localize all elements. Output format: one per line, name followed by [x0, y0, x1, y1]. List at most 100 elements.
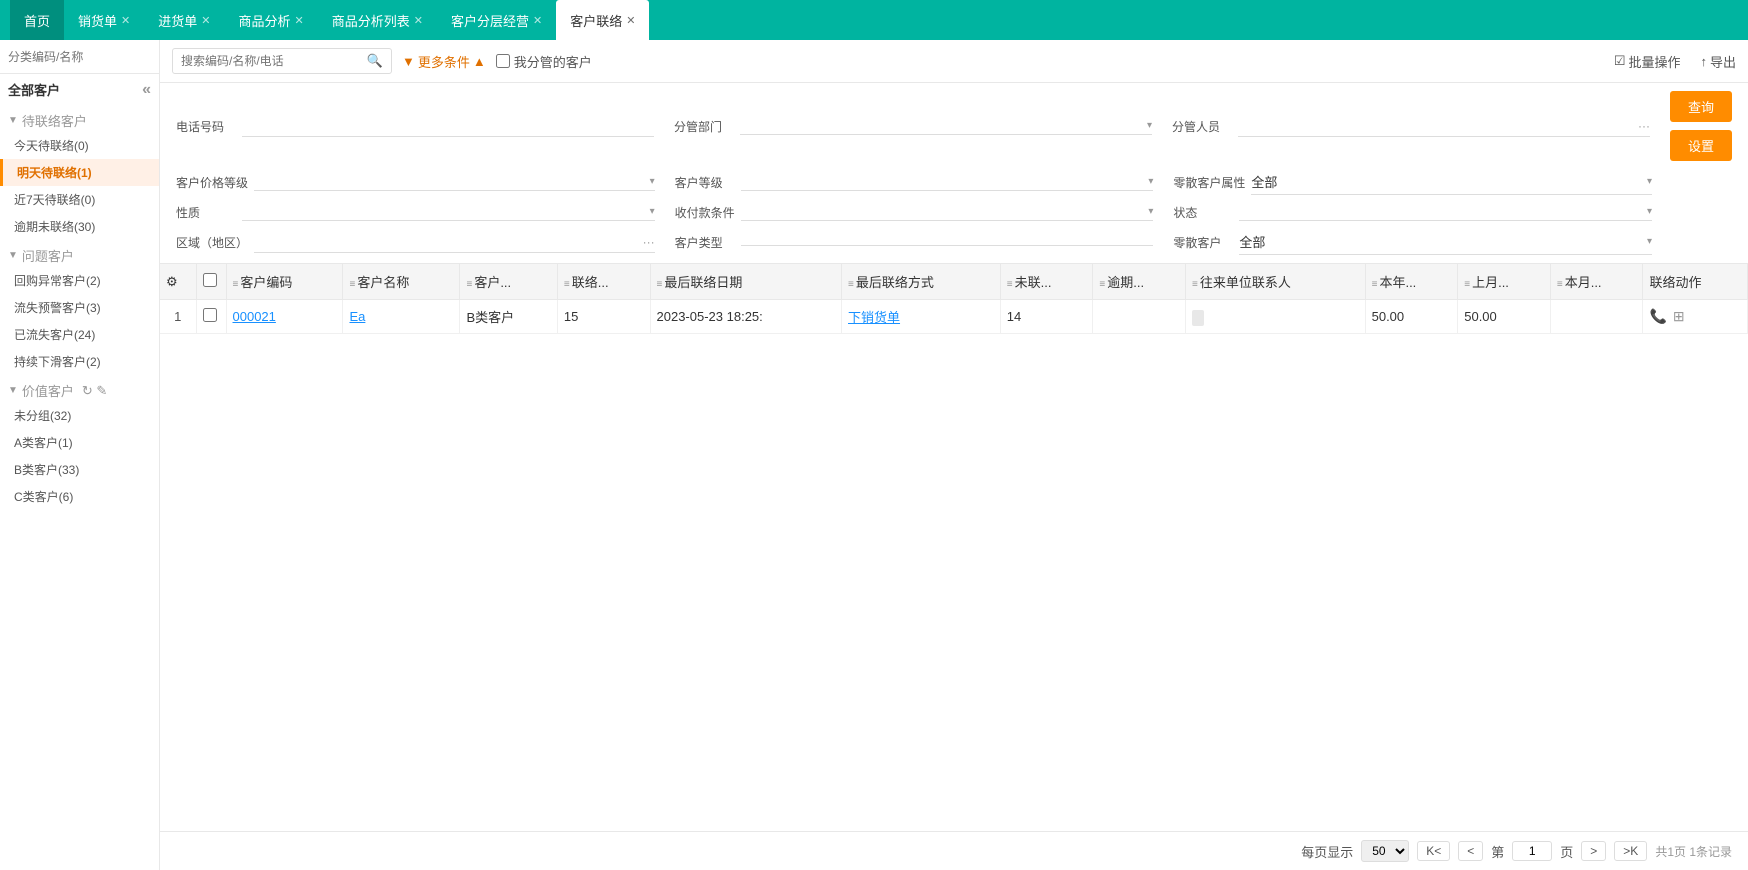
customer-level-select[interactable]: ▾: [741, 173, 1154, 191]
th-action: 联络动作: [1643, 264, 1748, 300]
filter-payment: 收付款条件 ▾: [675, 203, 1154, 221]
prev-page-btn[interactable]: <: [1458, 841, 1483, 861]
setup-button[interactable]: 设置: [1670, 130, 1732, 161]
th-gear[interactable]: ⚙: [160, 264, 196, 300]
page-num-input[interactable]: [1512, 841, 1552, 861]
next-page-btn[interactable]: >: [1581, 841, 1606, 861]
area-label: 区域（地区）: [176, 234, 248, 251]
sidebar-item-overdue[interactable]: 逾期未联络(30): [0, 213, 159, 240]
filter-status: 状态 ▾: [1173, 203, 1652, 221]
row-checkbox-cell[interactable]: [196, 300, 226, 334]
nav-close-product-list[interactable]: ✕: [414, 14, 423, 27]
first-page-btn[interactable]: K<: [1417, 841, 1450, 861]
filter-panel: 电话号码 分管部门 ▾ 分管人员 ···: [160, 83, 1748, 264]
th-check[interactable]: [196, 264, 226, 300]
search-input[interactable]: [181, 54, 367, 68]
sidebar-item-tomorrow[interactable]: 明天待联络(1): [0, 159, 159, 186]
more-filter-btn[interactable]: ▼ 更多条件 ▲: [402, 52, 486, 71]
sidebar-search-input[interactable]: [8, 50, 160, 64]
retail-attr-select[interactable]: 全部 ▾: [1251, 169, 1652, 195]
phone-input[interactable]: [242, 116, 654, 137]
nav-close-sales[interactable]: ✕: [121, 14, 130, 27]
batch-ops-btn[interactable]: ☑ 批量操作: [1614, 52, 1681, 71]
nav-sales-order[interactable]: 销货单 ✕: [64, 0, 144, 40]
sidebar-item-7days[interactable]: 近7天待联络(0): [0, 186, 159, 213]
my-customers-checkbox[interactable]: [496, 54, 510, 68]
dept-select[interactable]: ▾: [740, 117, 1152, 135]
area-select[interactable]: ···: [254, 232, 655, 253]
nav-customer-contact[interactable]: 客户联络 ✕: [556, 0, 649, 40]
action-phone-icon[interactable]: 📞: [1649, 308, 1666, 325]
payment-select[interactable]: ▾: [741, 203, 1154, 221]
row-code[interactable]: 000021: [226, 300, 343, 334]
gear-icon[interactable]: ⚙: [166, 274, 178, 289]
sidebar-item-repurchase[interactable]: 回购异常客户(2): [0, 267, 159, 294]
customer-level-chevron-icon: ▾: [1148, 176, 1153, 187]
filter-chevron-icon: ▲: [473, 54, 486, 69]
row-checkbox[interactable]: [203, 308, 217, 322]
row-last-month: 50.00: [1458, 300, 1551, 334]
action-grid-icon[interactable]: ⊞: [1673, 308, 1685, 325]
sidebar-item-churned[interactable]: 已流失客户(24): [0, 321, 159, 348]
row-unit-contact: [1186, 300, 1366, 334]
sidebar-all-customers[interactable]: 全部客户 «: [0, 74, 159, 105]
nav-close-segment[interactable]: ✕: [533, 14, 542, 27]
group-arrow-problem: ▼: [8, 250, 18, 261]
nav-product-analysis[interactable]: 商品分析 ✕: [224, 0, 317, 40]
nav-purchase-order[interactable]: 进货单 ✕: [144, 0, 224, 40]
status-chevron-icon: ▾: [1647, 206, 1652, 217]
sidebar-search-area: 🔍: [0, 40, 159, 74]
row-contact: 15: [557, 300, 650, 334]
sidebar-collapse-icon[interactable]: «: [142, 81, 151, 99]
retail-customer-chevron-icon: ▾: [1647, 236, 1652, 247]
table-row: 1 000021 Ea B类客户 15 2023-05-23 18:25:: [160, 300, 1748, 334]
row-name[interactable]: Ea: [343, 300, 460, 334]
select-all-checkbox[interactable]: [203, 273, 217, 287]
price-level-label: 客户价格等级: [176, 174, 248, 191]
filter-buttons: 查询 设置: [1670, 91, 1732, 161]
search-btn-icon[interactable]: 🔍: [367, 53, 383, 69]
main-layout: 🔍 全部客户 « ▼ 待联络客户 今天待联络(0) 明天待联络(1) 近7天待联…: [0, 40, 1748, 870]
customer-type-select[interactable]: [741, 239, 1154, 246]
sidebar-item-ungrouped[interactable]: 未分组(32): [0, 402, 159, 429]
filter-row-2: 客户价格等级 ▾ 客户等级 ▾ 零散客户属性: [176, 169, 1732, 195]
my-customers-check[interactable]: 我分管的客户: [496, 52, 592, 71]
sidebar-item-class-b[interactable]: B类客户(33): [0, 456, 159, 483]
gender-select[interactable]: ▾: [242, 203, 655, 221]
customer-table: ⚙ ≡客户编码 ≡客户名称 ≡客户...: [160, 264, 1748, 334]
sidebar-item-class-a[interactable]: A类客户(1): [0, 429, 159, 456]
status-select[interactable]: ▾: [1239, 203, 1652, 221]
nav-home[interactable]: 首页: [10, 0, 64, 40]
price-level-chevron-icon: ▾: [650, 176, 655, 187]
gender-label: 性质: [176, 204, 236, 221]
nav-close-purchase[interactable]: ✕: [201, 14, 210, 27]
sidebar-item-today[interactable]: 今天待联络(0): [0, 132, 159, 159]
page-size-label: 每页显示: [1301, 842, 1353, 861]
page-size-select[interactable]: 50: [1361, 840, 1409, 862]
nav-close-product-analysis[interactable]: ✕: [295, 14, 304, 27]
export-icon: ↑: [1700, 54, 1707, 69]
nav-customer-segment[interactable]: 客户分层经营 ✕: [437, 0, 556, 40]
value-group-icons: ↻ ✎: [82, 383, 107, 399]
retail-customer-select[interactable]: 全部 ▾: [1239, 229, 1652, 255]
sidebar-item-declining[interactable]: 持续下滑客户(2): [0, 348, 159, 375]
export-btn[interactable]: ↑ 导出: [1700, 52, 1736, 71]
sidebar-item-churn-warning[interactable]: 流失预警客户(3): [0, 294, 159, 321]
price-level-select[interactable]: ▾: [254, 173, 655, 191]
nav-product-analysis-list[interactable]: 商品分析列表 ✕: [318, 0, 437, 40]
payment-label: 收付款条件: [675, 204, 735, 221]
sidebar-group-value: ▼ 价值客户 ↻ ✎: [0, 375, 159, 402]
manager-label: 分管人员: [1172, 118, 1232, 135]
total-info: 共1页 1条记录: [1655, 843, 1732, 860]
sidebar-group-problem: ▼ 问题客户: [0, 240, 159, 267]
nav-close-contact[interactable]: ✕: [626, 14, 635, 27]
query-button[interactable]: 查询: [1670, 91, 1732, 122]
th-this-month: ≡本月...: [1550, 264, 1643, 300]
filter-row-3: 性质 ▾ 收付款条件 ▾ 状态: [176, 203, 1732, 221]
last-page-btn[interactable]: >K: [1614, 841, 1647, 861]
th-last-month: ≡上月...: [1458, 264, 1551, 300]
th-unit-contact: ≡往来单位联系人: [1186, 264, 1366, 300]
sidebar-item-class-c[interactable]: C类客户(6): [0, 483, 159, 510]
manager-select[interactable]: ···: [1238, 116, 1650, 137]
row-last-contact-method[interactable]: 下销货单: [842, 300, 1001, 334]
